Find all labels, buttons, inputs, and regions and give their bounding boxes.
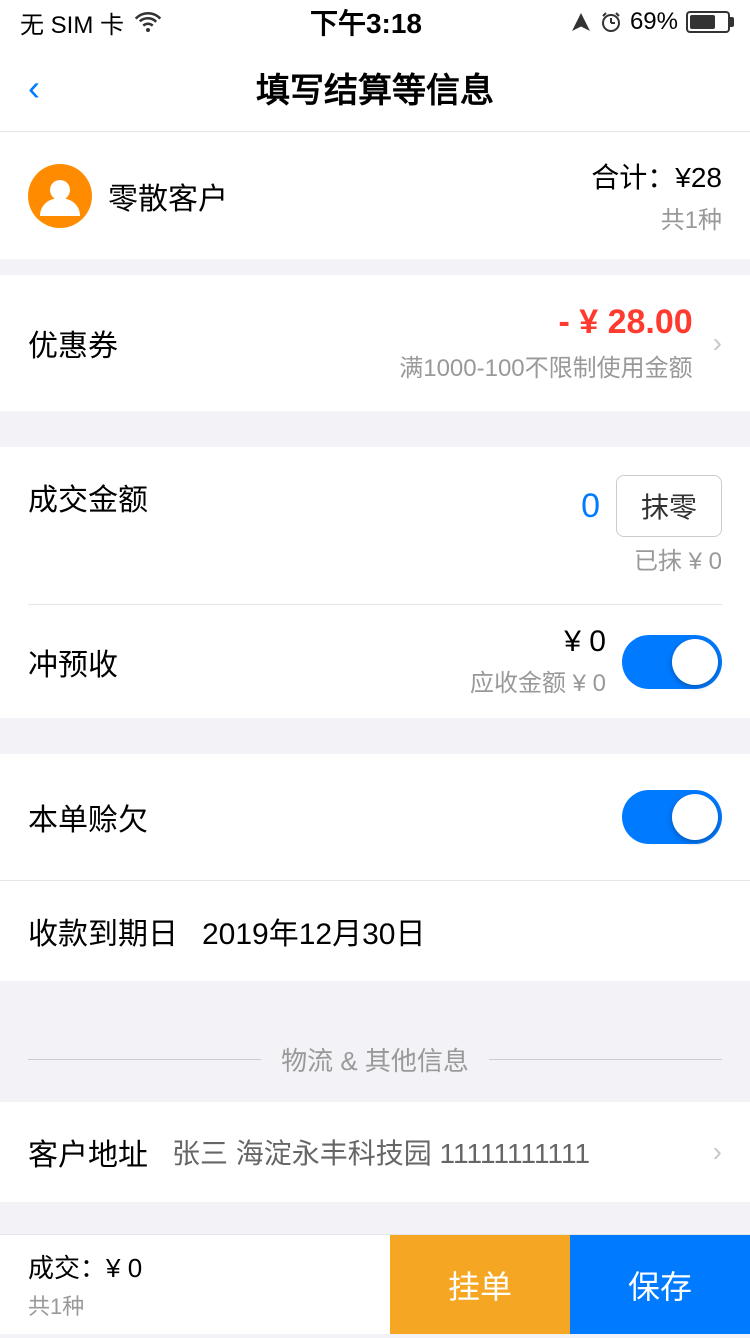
address-label: 客户地址	[28, 1130, 148, 1174]
alarm-icon	[600, 11, 622, 33]
status-bar: 无 SIM 卡 下午3:18 69%	[0, 0, 750, 44]
customer-card: 零散客户 合计：¥28 共1种	[0, 132, 750, 259]
status-time: 下午3:18	[310, 2, 422, 42]
status-right: 69%	[570, 8, 730, 36]
prepay-sub-value: 应收金额 ¥ 0	[470, 663, 606, 698]
round-button[interactable]: 抹零	[616, 475, 722, 537]
customer-count: 共1种	[591, 200, 722, 235]
section-sep-3	[0, 997, 750, 1017]
address-value: 张三 海淀永丰科技园 11111111111	[172, 1132, 705, 1172]
bottom-summary-sub: 共1种	[28, 1289, 362, 1321]
coupon-value: - ¥ 28.00	[399, 303, 692, 342]
customer-left: 零散客户	[28, 164, 228, 228]
debt-toggle-knob	[672, 794, 718, 840]
save-button[interactable]: 保存	[570, 1235, 750, 1334]
prepay-toggle[interactable]	[622, 635, 722, 689]
coupon-row[interactable]: 优惠券 - ¥ 28.00 满1000-100不限制使用金额 ›	[0, 275, 750, 411]
toggle-knob	[672, 639, 718, 685]
coupon-value-col: - ¥ 28.00 满1000-100不限制使用金额	[399, 303, 692, 383]
bottom-bar: 成交：¥ 0 共1种 挂单 保存	[0, 1234, 750, 1334]
logistics-section-label: 物流 & 其他信息	[281, 1041, 469, 1078]
nav-bar: ‹ 填写结算等信息	[0, 44, 750, 132]
user-icon	[36, 172, 84, 220]
customer-name: 零散客户	[108, 174, 228, 218]
bottom-summary-top: 成交：¥ 0	[28, 1248, 362, 1285]
address-chevron-icon: ›	[713, 1136, 722, 1168]
sim-status: 无 SIM 卡	[20, 5, 124, 40]
debt-toggle[interactable]	[622, 790, 722, 844]
wifi-icon	[134, 12, 162, 32]
bottom-summary-label: 成交：	[28, 1253, 106, 1283]
prepay-right: ¥ 0 应收金额 ¥ 0	[470, 625, 722, 698]
prepay-row: 冲预收 ¥ 0 应收金额 ¥ 0	[0, 605, 750, 718]
debt-label: 本单赊欠	[28, 795, 148, 839]
customer-total: 合计：¥28	[591, 156, 722, 196]
battery-percent: 69%	[630, 8, 678, 36]
logistics-line-left	[28, 1059, 261, 1060]
avatar	[28, 164, 92, 228]
transaction-value: 0	[560, 487, 600, 526]
customer-row: 零散客户 合计：¥28 共1种	[0, 132, 750, 259]
transaction-amount-row: 成交金额 0 抹零 已抹 ¥ 0	[0, 447, 750, 604]
logistics-header: 物流 & 其他信息	[0, 1017, 750, 1102]
prepay-amounts: ¥ 0 应收金额 ¥ 0	[470, 625, 606, 698]
transaction-right: 0 抹零	[560, 475, 722, 537]
logistics-line-right	[489, 1059, 722, 1060]
prepay-label: 冲预收	[28, 640, 118, 684]
customer-right: 合计：¥28 共1种	[591, 156, 722, 235]
content: 零散客户 合计：¥28 共1种 优惠券 - ¥ 28.00 满1000-100不…	[0, 132, 750, 1338]
location-icon	[570, 11, 592, 33]
prepay-main-value: ¥ 0	[470, 625, 606, 659]
coupon-right: - ¥ 28.00 满1000-100不限制使用金额 ›	[399, 303, 722, 383]
hold-button[interactable]: 挂单	[390, 1235, 570, 1334]
transaction-label: 成交金额	[28, 475, 148, 519]
due-date-row: 收款到期日 2019年12月30日	[0, 880, 750, 981]
section-sep-1	[0, 427, 750, 447]
address-card: 客户地址 张三 海淀永丰科技园 11111111111 ›	[0, 1102, 750, 1202]
coupon-label: 优惠券	[28, 321, 118, 365]
address-row[interactable]: 客户地址 张三 海淀永丰科技园 11111111111 ›	[0, 1102, 750, 1202]
debt-row: 本单赊欠	[0, 754, 750, 880]
chevron-icon: ›	[713, 327, 722, 359]
transaction-card: 成交金额 0 抹零 已抹 ¥ 0 冲预收 ¥ 0 应收金额 ¥ 0	[0, 447, 750, 718]
coupon-sub: 满1000-100不限制使用金额	[399, 348, 692, 383]
status-left: 无 SIM 卡	[20, 5, 162, 40]
bottom-summary-value: ¥ 0	[106, 1253, 142, 1283]
coupon-card: 优惠券 - ¥ 28.00 满1000-100不限制使用金额 ›	[0, 275, 750, 411]
due-date-value: 2019年12月30日	[202, 909, 425, 953]
bottom-summary: 成交：¥ 0 共1种	[0, 1235, 390, 1334]
battery-icon	[686, 11, 730, 33]
page-title: 填写结算等信息	[256, 63, 494, 112]
transaction-sub: 已抹 ¥ 0	[634, 541, 722, 576]
debt-card: 本单赊欠 收款到期日 2019年12月30日	[0, 754, 750, 981]
due-date-label: 收款到期日	[28, 909, 178, 953]
section-sep-2	[0, 734, 750, 754]
back-button[interactable]: ‹	[28, 67, 40, 109]
